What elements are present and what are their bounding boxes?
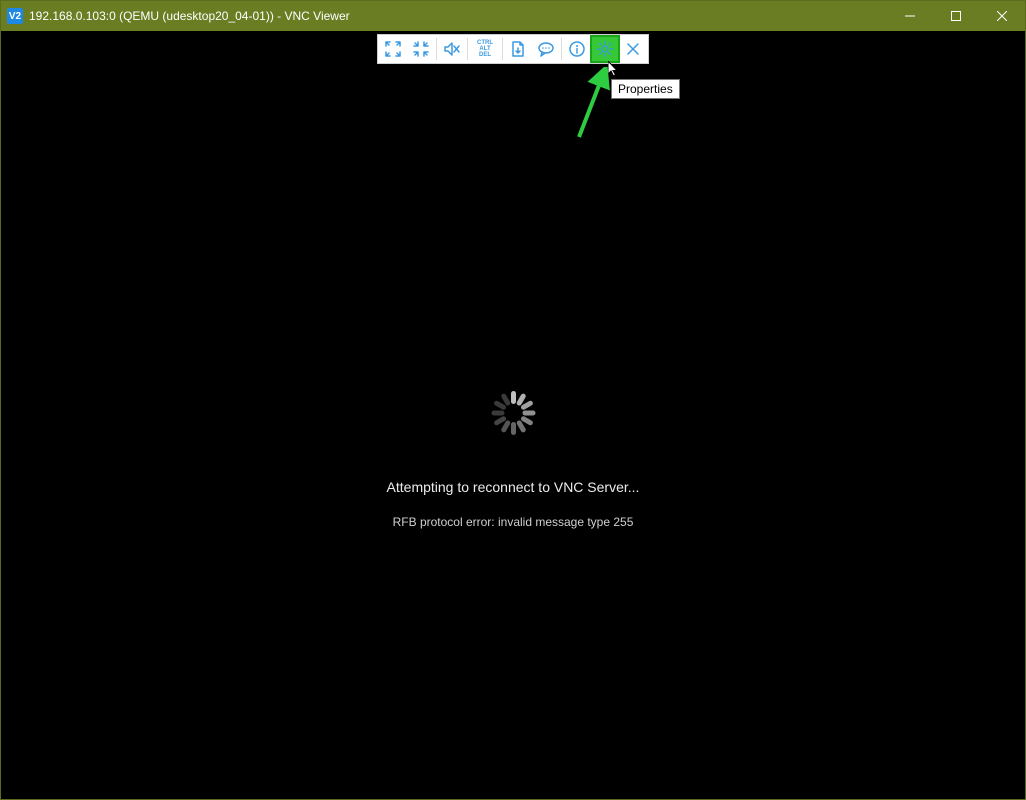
gear-icon	[595, 39, 615, 59]
close-icon	[997, 11, 1007, 21]
ctrl-alt-del-icon: CTRL ALT DEL	[477, 40, 493, 58]
mute-button[interactable]	[438, 36, 466, 62]
properties-button[interactable]	[591, 36, 619, 62]
maximize-icon	[951, 11, 961, 21]
send-ctrl-alt-del-button[interactable]: CTRL ALT DEL	[469, 36, 501, 62]
status-message: Attempting to reconnect to VNC Server...	[387, 479, 640, 495]
vnc-toolbar: CTRL ALT DEL	[377, 34, 649, 64]
fullscreen-icon	[383, 39, 403, 59]
chat-icon	[536, 39, 556, 59]
spinner-icon	[491, 391, 535, 435]
file-transfer-button[interactable]	[504, 36, 532, 62]
window-controls	[887, 1, 1025, 31]
windowed-button[interactable]	[407, 36, 435, 62]
tooltip: Properties	[611, 79, 680, 99]
close-session-button[interactable]	[619, 36, 647, 62]
app-icon: V2	[7, 8, 23, 24]
error-message: RFB protocol error: invalid message type…	[393, 515, 634, 529]
chat-button[interactable]	[532, 36, 560, 62]
maximize-button[interactable]	[933, 1, 979, 31]
windowed-icon	[411, 39, 431, 59]
file-transfer-icon	[508, 39, 528, 59]
titlebar[interactable]: V2 192.168.0.103:0 (QEMU (udesktop20_04-…	[1, 1, 1025, 31]
app-window: V2 192.168.0.103:0 (QEMU (udesktop20_04-…	[0, 0, 1026, 800]
minimize-button[interactable]	[887, 1, 933, 31]
speaker-muted-icon	[442, 39, 462, 59]
connection-status: Attempting to reconnect to VNC Server...…	[1, 391, 1025, 529]
info-icon	[567, 39, 587, 59]
session-info-button[interactable]	[563, 36, 591, 62]
fullscreen-button[interactable]	[379, 36, 407, 62]
minimize-icon	[905, 11, 915, 21]
remote-screen-area[interactable]: CTRL ALT DEL	[1, 31, 1025, 799]
close-window-button[interactable]	[979, 1, 1025, 31]
close-session-icon	[623, 39, 643, 59]
window-title: 192.168.0.103:0 (QEMU (udesktop20_04-01)…	[29, 9, 350, 23]
